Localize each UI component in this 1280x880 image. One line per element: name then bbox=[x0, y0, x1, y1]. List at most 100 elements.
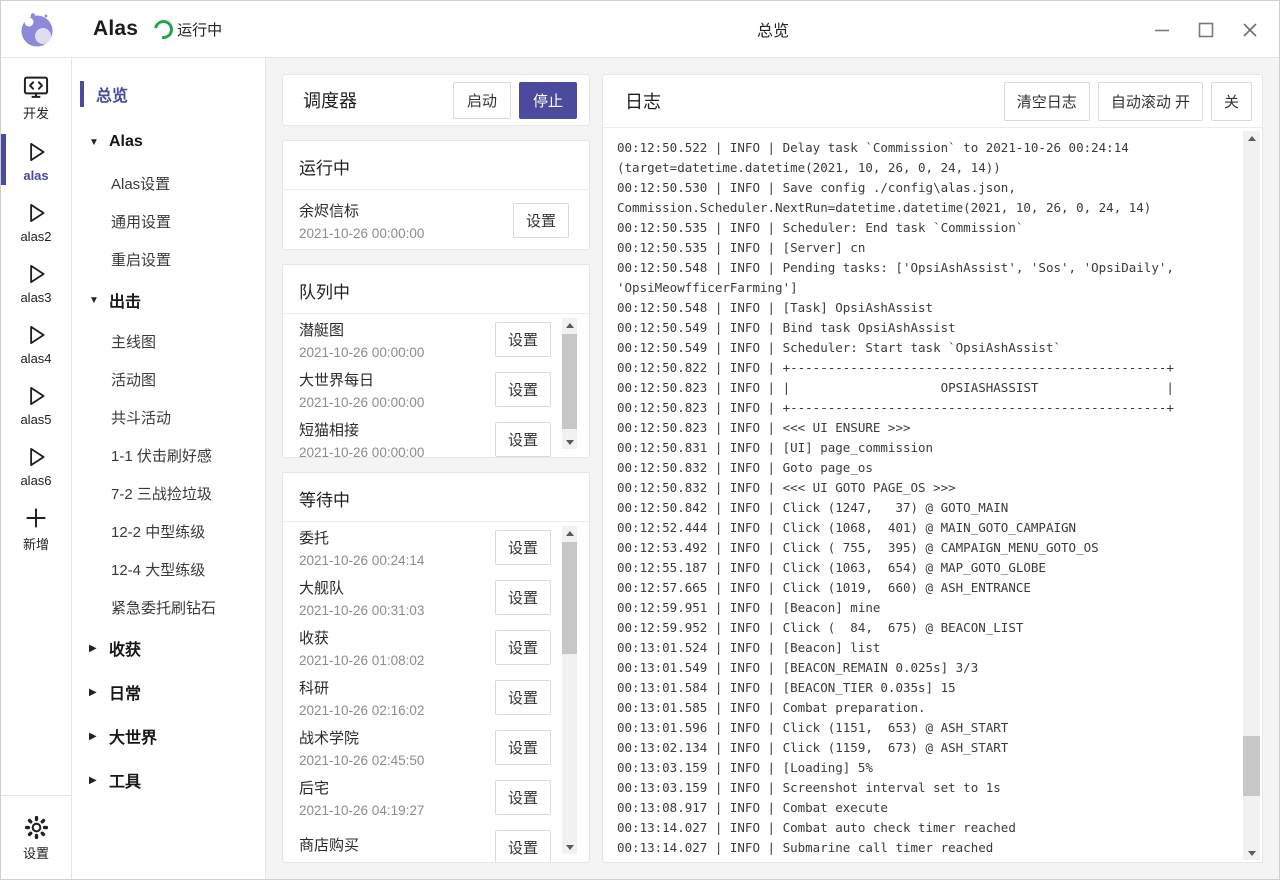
menu-item[interactable]: 1-1 伏击刷好感 bbox=[72, 436, 265, 474]
log-line: 00:12:50.548 | INFO | Pending tasks: ['O… bbox=[617, 258, 1232, 278]
task-setting-button[interactable]: 设置 bbox=[495, 780, 551, 815]
menu-item[interactable]: 7-2 三战捡垃圾 bbox=[72, 474, 265, 512]
menu-item[interactable]: ▼ 出击 bbox=[72, 278, 265, 322]
task-next-run-time: 2021-10-26 00:00:00 bbox=[299, 445, 495, 458]
log-scrollbar[interactable] bbox=[1243, 131, 1260, 860]
rail-item-instance[interactable]: alas5 bbox=[1, 373, 71, 434]
task-name: 大世界每日 bbox=[299, 369, 495, 390]
task-setting-button[interactable]: 设置 bbox=[513, 203, 569, 238]
log-line: 00:12:53.492 | INFO | Click ( 755, 395) … bbox=[617, 538, 1232, 558]
rail-item-instance[interactable]: alas3 bbox=[1, 251, 71, 312]
log-line: 00:12:50.549 | INFO | Bind task OpsiAshA… bbox=[617, 318, 1232, 338]
menu-item[interactable]: ▼ Alas bbox=[72, 120, 265, 164]
menu-item[interactable]: ▶ 大世界 bbox=[72, 714, 265, 758]
task-row: 潜艇图 2021-10-26 00:00:00 设置 bbox=[283, 314, 589, 364]
menu-item[interactable]: 紧急委托刷钻石 bbox=[72, 588, 265, 626]
scroll-down-arrow[interactable] bbox=[1243, 846, 1260, 860]
stop-button[interactable]: 停止 bbox=[519, 82, 577, 119]
log-line: 00:12:50.831 | INFO | [UI] page_commissi… bbox=[617, 438, 1232, 458]
menu-item[interactable]: 12-4 大型练级 bbox=[72, 550, 265, 588]
scroll-thumb[interactable] bbox=[1243, 736, 1260, 796]
rail-item-settings[interactable]: 设置 bbox=[1, 804, 71, 869]
log-line: 00:13:01.585 | INFO | Combat preparation… bbox=[617, 698, 1232, 718]
rail-item-dev[interactable]: 开发 bbox=[1, 64, 71, 129]
expand-arrow-icon: ▶ bbox=[89, 731, 101, 742]
close-button[interactable] bbox=[1235, 15, 1265, 45]
menu-item[interactable]: Alas设置 bbox=[72, 164, 265, 202]
autoscroll-off-button[interactable]: 关 bbox=[1211, 82, 1252, 121]
menu-item[interactable]: ▶ 日常 bbox=[72, 670, 265, 714]
task-setting-button[interactable]: 设置 bbox=[495, 322, 551, 357]
task-name: 商店购买 bbox=[299, 834, 495, 855]
task-name: 大舰队 bbox=[299, 577, 495, 598]
scroll-up-arrow[interactable] bbox=[1243, 131, 1260, 145]
menu-item[interactable]: 主线图 bbox=[72, 322, 265, 360]
menu-item[interactable]: 共斗活动 bbox=[72, 398, 265, 436]
play-triangle-icon bbox=[22, 321, 50, 349]
rail-item-instance[interactable]: alas6 bbox=[1, 434, 71, 495]
menu-item[interactable]: 通用设置 bbox=[72, 202, 265, 240]
menu-item[interactable]: 重启设置 bbox=[72, 240, 265, 278]
task-setting-button[interactable]: 设置 bbox=[495, 530, 551, 565]
task-next-run-time: 2021-10-26 00:00:00 bbox=[299, 395, 495, 410]
log-line: 00:12:50.823 | INFO | | OPSIASHASSIST | bbox=[617, 378, 1232, 398]
log-line: 00:13:01.596 | INFO | Click (1151, 653) … bbox=[617, 718, 1232, 738]
menu-item[interactable]: 活动图 bbox=[72, 360, 265, 398]
menu-item[interactable]: 12-2 中型练级 bbox=[72, 512, 265, 550]
waiting-panel: 等待中 委托 2021-10-26 00:24:14 设置 bbox=[282, 472, 590, 863]
waiting-title: 等待中 bbox=[283, 473, 589, 522]
scroll-down-arrow[interactable] bbox=[562, 840, 577, 854]
menu-item-label: 共斗活动 bbox=[111, 407, 171, 428]
task-setting-button[interactable]: 设置 bbox=[495, 680, 551, 715]
start-button[interactable]: 启动 bbox=[453, 82, 511, 119]
plus-icon bbox=[22, 504, 50, 532]
task-setting-button[interactable]: 设置 bbox=[495, 630, 551, 665]
rail-item-instance[interactable]: alas4 bbox=[1, 312, 71, 373]
app-window: Alas 运行中 总览 bbox=[0, 0, 1280, 880]
menu-item-label: Alas设置 bbox=[111, 173, 170, 194]
rail-item-instance[interactable]: alas2 bbox=[1, 190, 71, 251]
log-header: 日志 清空日志 自动滚动 开 关 bbox=[603, 75, 1262, 128]
window-controls bbox=[1147, 1, 1265, 58]
scroll-down-arrow[interactable] bbox=[562, 435, 577, 449]
rail-item-instance[interactable]: alas bbox=[1, 129, 71, 190]
instance-rail: 开发 alas alas2 bbox=[1, 58, 72, 879]
rail-label: 开发 bbox=[23, 103, 49, 122]
log-line: 00:13:14.027 | INFO | Submarine call tim… bbox=[617, 838, 1232, 858]
task-row: 余烬信标 2021-10-26 00:00:00 设置 bbox=[283, 190, 589, 249]
task-setting-button[interactable]: 设置 bbox=[495, 730, 551, 765]
task-setting-button[interactable]: 设置 bbox=[495, 372, 551, 407]
rail-label: alas3 bbox=[20, 290, 51, 305]
task-setting-button[interactable]: 设置 bbox=[495, 830, 551, 863]
scheduler-title: 调度器 bbox=[303, 87, 453, 113]
play-triangle-icon bbox=[22, 138, 50, 166]
menu-item-label: 活动图 bbox=[111, 369, 156, 390]
maximize-button[interactable] bbox=[1191, 15, 1221, 45]
menu-item[interactable]: ▶ 工具 bbox=[72, 758, 265, 802]
scroll-up-arrow[interactable] bbox=[562, 318, 577, 332]
task-next-run-time: 2021-10-26 04:19:27 bbox=[299, 803, 495, 818]
task-row: 大舰队 2021-10-26 00:31:03 设置 bbox=[283, 572, 589, 622]
clear-log-button[interactable]: 清空日志 bbox=[1004, 82, 1090, 121]
scroll-thumb[interactable] bbox=[562, 542, 577, 654]
scroll-thumb[interactable] bbox=[562, 334, 577, 429]
app-logo-icon bbox=[19, 11, 56, 48]
menu-item[interactable]: 总览 bbox=[72, 76, 265, 112]
log-line: 00:12:52.444 | INFO | Click (1068, 401) … bbox=[617, 518, 1232, 538]
rail-item-add[interactable]: 新增 bbox=[1, 495, 71, 560]
waiting-scrollbar[interactable] bbox=[562, 526, 577, 854]
menu-item[interactable]: ▶ 收获 bbox=[72, 626, 265, 670]
log-line: 00:12:50.832 | INFO | <<< UI GOTO PAGE_O… bbox=[617, 478, 1232, 498]
menu-item-label: 通用设置 bbox=[111, 211, 171, 232]
log-title: 日志 bbox=[625, 88, 996, 114]
scroll-up-arrow[interactable] bbox=[562, 526, 577, 540]
pending-scrollbar[interactable] bbox=[562, 318, 577, 449]
scheduler-status: 运行中 bbox=[154, 19, 222, 40]
minimize-button[interactable] bbox=[1147, 15, 1177, 45]
task-setting-button[interactable]: 设置 bbox=[495, 580, 551, 615]
log-line: 00:12:50.535 | INFO | [Server] cn bbox=[617, 238, 1232, 258]
log-line: 00:12:50.530 | INFO | Save config ./conf… bbox=[617, 178, 1232, 198]
task-next-run-time: 2021-10-26 00:31:03 bbox=[299, 603, 495, 618]
task-setting-button[interactable]: 设置 bbox=[495, 422, 551, 457]
autoscroll-on-button[interactable]: 自动滚动 开 bbox=[1098, 82, 1203, 121]
